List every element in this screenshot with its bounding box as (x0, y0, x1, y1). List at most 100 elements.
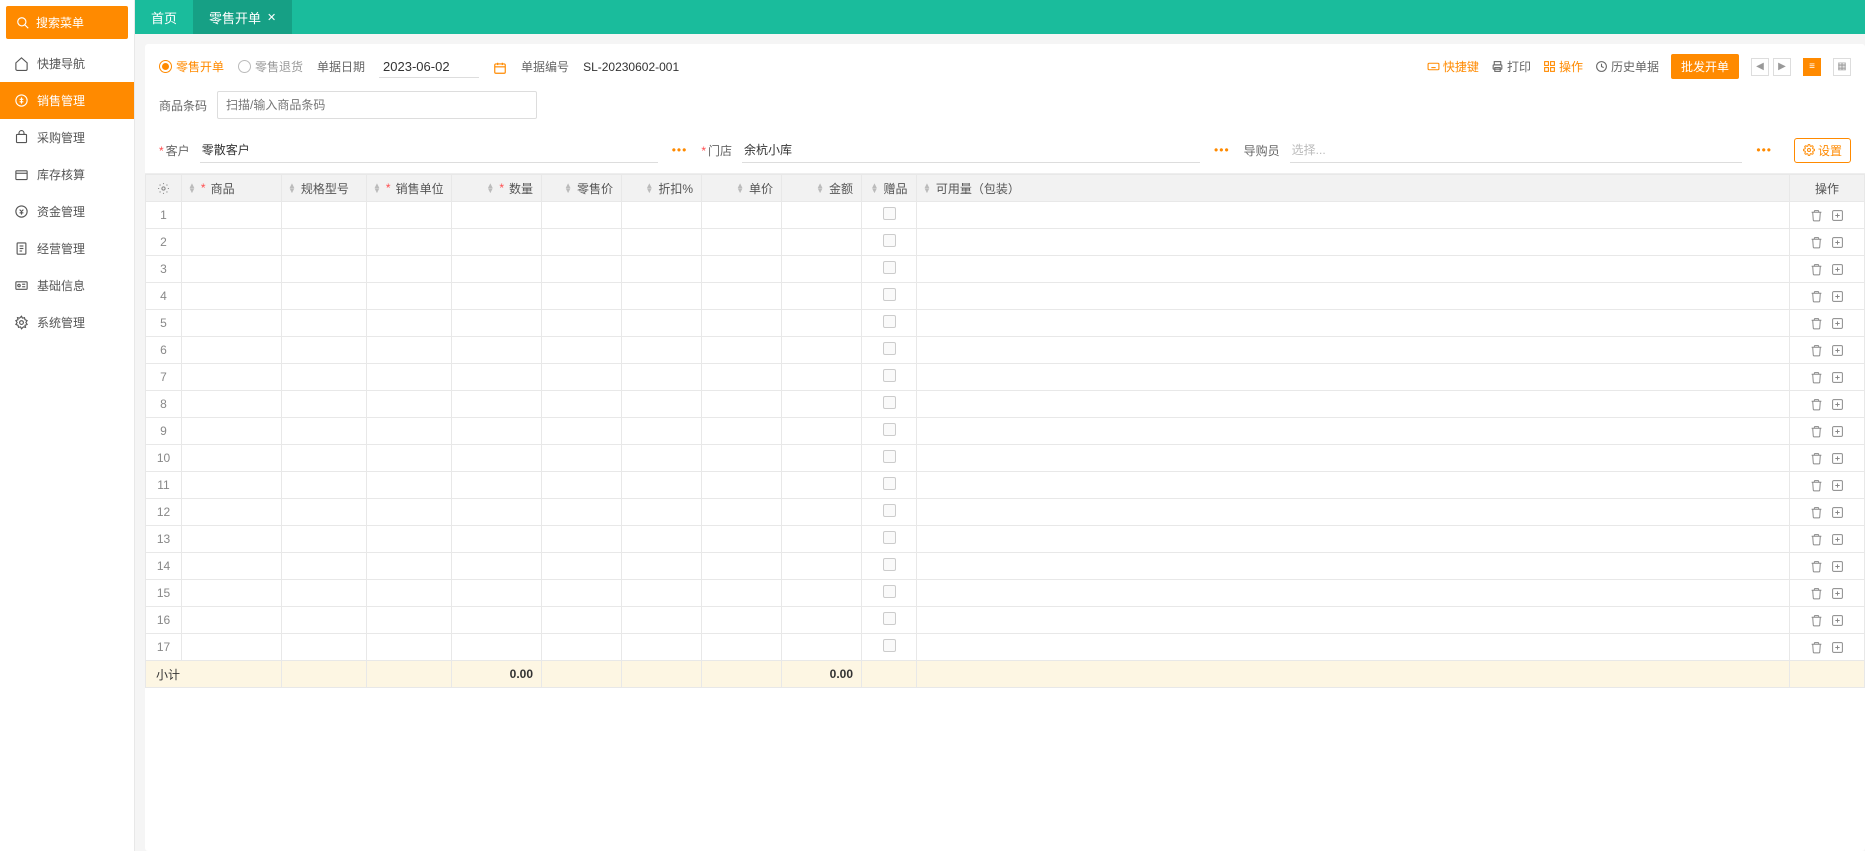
cell-amount[interactable] (782, 229, 862, 256)
order-table[interactable]: ▲▼*商品 ▲▼规格型号 ▲▼*销售单位 ▲▼*数量 ▲▼零售价 ▲▼折扣% ▲… (145, 174, 1865, 851)
cell-unit[interactable] (367, 256, 452, 283)
add-row-icon[interactable] (1831, 560, 1844, 573)
nav-system[interactable]: 系统管理 (0, 304, 134, 341)
cell-product[interactable] (182, 634, 282, 661)
delete-icon[interactable] (1810, 371, 1823, 384)
nav-basic[interactable]: 基础信息 (0, 267, 134, 304)
checkbox-icon[interactable] (883, 612, 896, 625)
table-row[interactable]: 16 (146, 607, 1865, 634)
guide-select[interactable]: 选择... (1290, 137, 1743, 163)
cell-discount[interactable] (622, 499, 702, 526)
cell-gift[interactable] (862, 472, 917, 499)
table-row[interactable]: 6 (146, 337, 1865, 364)
cell-qty[interactable] (452, 391, 542, 418)
cell-price[interactable] (702, 607, 782, 634)
table-row[interactable]: 14 (146, 553, 1865, 580)
cell-product[interactable] (182, 472, 282, 499)
gear-icon[interactable] (157, 182, 170, 195)
cell-spec[interactable] (282, 337, 367, 364)
cell-retail[interactable] (542, 634, 622, 661)
cell-price[interactable] (702, 283, 782, 310)
delete-icon[interactable] (1810, 317, 1823, 330)
cell-product[interactable] (182, 526, 282, 553)
table-row[interactable]: 3 (146, 256, 1865, 283)
cell-price[interactable] (702, 337, 782, 364)
cell-product[interactable] (182, 283, 282, 310)
cell-unit[interactable] (367, 391, 452, 418)
delete-icon[interactable] (1810, 209, 1823, 222)
cell-gift[interactable] (862, 283, 917, 310)
cell-product[interactable] (182, 364, 282, 391)
cell-price[interactable] (702, 499, 782, 526)
cell-retail[interactable] (542, 229, 622, 256)
checkbox-icon[interactable] (883, 315, 896, 328)
cell-amount[interactable] (782, 526, 862, 553)
delete-icon[interactable] (1810, 344, 1823, 357)
cell-unit[interactable] (367, 337, 452, 364)
cell-spec[interactable] (282, 499, 367, 526)
cell-retail[interactable] (542, 256, 622, 283)
cell-unit[interactable] (367, 229, 452, 256)
cell-amount[interactable] (782, 607, 862, 634)
cell-discount[interactable] (622, 256, 702, 283)
cell-product[interactable] (182, 553, 282, 580)
cell-unit[interactable] (367, 202, 452, 229)
cell-product[interactable] (182, 310, 282, 337)
settings-button[interactable]: 设置 (1794, 138, 1851, 163)
cell-price[interactable] (702, 445, 782, 472)
cell-amount[interactable] (782, 283, 862, 310)
history-button[interactable]: 历史单据 (1595, 58, 1659, 75)
table-row[interactable]: 1 (146, 202, 1865, 229)
cell-amount[interactable] (782, 391, 862, 418)
tab-retail-order[interactable]: 零售开单 ✕ (193, 0, 292, 34)
cell-discount[interactable] (622, 229, 702, 256)
guide-more-icon[interactable]: ••• (1752, 143, 1776, 157)
table-row[interactable]: 2 (146, 229, 1865, 256)
cell-qty[interactable] (452, 634, 542, 661)
cell-price[interactable] (702, 526, 782, 553)
delete-icon[interactable] (1810, 641, 1823, 654)
checkbox-icon[interactable] (883, 396, 896, 409)
cell-retail[interactable] (542, 607, 622, 634)
cell-unit[interactable] (367, 526, 452, 553)
col-unit[interactable]: ▲▼*销售单位 (367, 175, 452, 202)
operate-button[interactable]: 操作 (1543, 58, 1583, 75)
cell-price[interactable] (702, 256, 782, 283)
cell-discount[interactable] (622, 472, 702, 499)
cell-spec[interactable] (282, 310, 367, 337)
customer-select[interactable]: 零散客户 (200, 137, 658, 163)
cell-spec[interactable] (282, 580, 367, 607)
add-row-icon[interactable] (1831, 452, 1844, 465)
cell-price[interactable] (702, 418, 782, 445)
cell-amount[interactable] (782, 580, 862, 607)
delete-icon[interactable] (1810, 263, 1823, 276)
table-row[interactable]: 4 (146, 283, 1865, 310)
cell-qty[interactable] (452, 526, 542, 553)
add-row-icon[interactable] (1831, 614, 1844, 627)
cell-retail[interactable] (542, 526, 622, 553)
add-row-icon[interactable] (1831, 425, 1844, 438)
table-row[interactable]: 17 (146, 634, 1865, 661)
close-icon[interactable]: ✕ (267, 11, 276, 24)
checkbox-icon[interactable] (883, 504, 896, 517)
cell-spec[interactable] (282, 418, 367, 445)
checkbox-icon[interactable] (883, 558, 896, 571)
col-product[interactable]: ▲▼*商品 (182, 175, 282, 202)
prev-button[interactable]: ◀ (1751, 58, 1769, 76)
checkbox-icon[interactable] (883, 342, 896, 355)
cell-product[interactable] (182, 418, 282, 445)
table-row[interactable]: 7 (146, 364, 1865, 391)
nav-finance[interactable]: 资金管理 (0, 193, 134, 230)
checkbox-icon[interactable] (883, 288, 896, 301)
barcode-input[interactable] (217, 91, 537, 119)
cell-discount[interactable] (622, 445, 702, 472)
nav-business[interactable]: 经营管理 (0, 230, 134, 267)
col-amount[interactable]: ▲▼金额 (782, 175, 862, 202)
store-more-icon[interactable]: ••• (1210, 143, 1234, 157)
cell-qty[interactable] (452, 364, 542, 391)
cell-unit[interactable] (367, 607, 452, 634)
cell-spec[interactable] (282, 202, 367, 229)
cell-discount[interactable] (622, 526, 702, 553)
cell-product[interactable] (182, 256, 282, 283)
cell-price[interactable] (702, 472, 782, 499)
